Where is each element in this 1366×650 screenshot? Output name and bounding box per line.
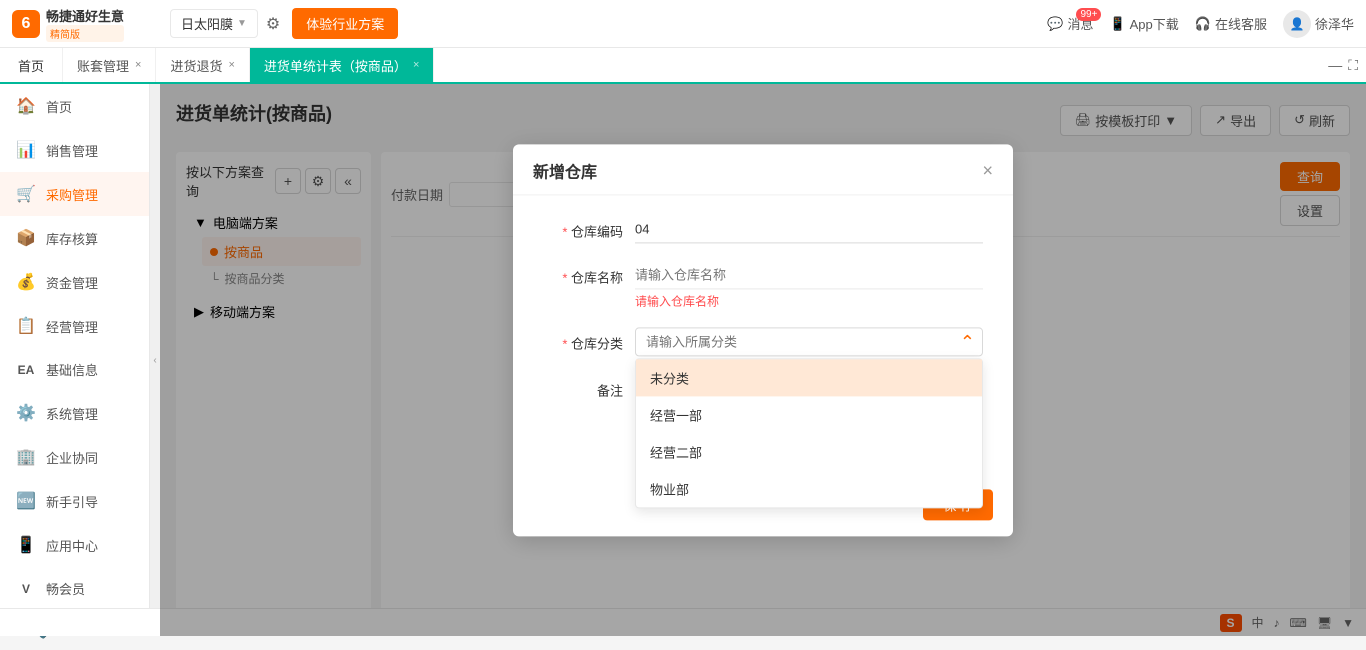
tab-purchase-return-close[interactable]: × bbox=[228, 59, 234, 71]
sidebar-item-sales[interactable]: 📊 销售管理 bbox=[0, 128, 149, 172]
sidebar-item-finance[interactable]: 💰 资金管理 bbox=[0, 260, 149, 304]
code-label: 仓库编码 bbox=[543, 215, 623, 240]
sidebar-item-purchase[interactable]: 🛒 采购管理 bbox=[0, 172, 149, 216]
modal-body: 仓库编码 仓库名称 请输入仓库名称 仓库分类 bbox=[513, 195, 1013, 477]
sidebar-item-newcomer[interactable]: 🆕 新手引导 bbox=[0, 479, 149, 523]
sidebar-item-operations[interactable]: 📋 经营管理 bbox=[0, 304, 149, 348]
sidebar-item-home[interactable]: 🏠 首页 bbox=[0, 84, 149, 128]
tab-spacer bbox=[434, 48, 1320, 82]
form-row-category: 仓库分类 ⌃ 未分类 经营一部 经营二部 物业部 bbox=[543, 327, 983, 356]
form-row-name: 仓库名称 请输入仓库名称 bbox=[543, 261, 983, 309]
remark-label: 备注 bbox=[543, 374, 623, 399]
tab-home[interactable]: 首页 bbox=[0, 48, 63, 82]
dropdown-item-dept1[interactable]: 经营一部 bbox=[636, 396, 982, 433]
sidebar-item-basic-info[interactable]: EA 基础信息 bbox=[0, 348, 149, 391]
category-field: ⌃ 未分类 经营一部 经营二部 物业部 bbox=[635, 327, 983, 356]
store-name: 日太阳膜 bbox=[181, 14, 233, 33]
logo-icon: 6 bbox=[12, 10, 40, 38]
sidebar: 🏠 首页 📊 销售管理 🛒 采购管理 📦 库存核算 💰 资金管理 📋 经营管理 … bbox=[0, 84, 150, 636]
modal-title: 新增仓库 bbox=[533, 158, 597, 182]
logo-area: 6 畅捷通好生意 精简版 bbox=[12, 6, 162, 42]
category-dropdown: 未分类 经营一部 经营二部 物业部 bbox=[635, 358, 983, 508]
form-row-code: 仓库编码 bbox=[543, 215, 983, 243]
user-profile[interactable]: 👤 徐泽华 bbox=[1283, 10, 1354, 38]
tab-purchase-return[interactable]: 进货退货 × bbox=[156, 48, 249, 82]
modal-header: 新增仓库 × bbox=[513, 144, 1013, 195]
store-selector[interactable]: 日太阳膜 ▼ bbox=[170, 9, 258, 38]
name-error-message: 请输入仓库名称 bbox=[635, 292, 983, 309]
header-right: 💬 消息 99+ 📱 App下载 🎧 在线客服 👤 徐泽华 bbox=[1047, 10, 1354, 38]
modal-close-button[interactable]: × bbox=[982, 160, 993, 181]
avatar: 👤 bbox=[1283, 10, 1311, 38]
tab-bar: 首页 账套管理 × 进货退货 × 进货单统计表（按商品） × — ⛶ bbox=[0, 48, 1366, 84]
home-icon: 🏠 bbox=[16, 96, 36, 116]
name-input[interactable] bbox=[635, 261, 983, 289]
app-download-btn[interactable]: 📱 App下载 bbox=[1109, 14, 1178, 33]
system-icon: ⚙️ bbox=[16, 403, 36, 423]
selector-arrow-icon: ▼ bbox=[237, 18, 247, 29]
username: 徐泽华 bbox=[1315, 14, 1354, 33]
messages-btn[interactable]: 💬 消息 99+ bbox=[1047, 14, 1093, 33]
tab-controls: — ⛶ bbox=[1320, 48, 1366, 82]
sidebar-toggle[interactable]: ‹ bbox=[150, 84, 160, 636]
add-warehouse-modal: 新增仓库 × 仓库编码 仓库名称 请输入仓库名称 bbox=[513, 144, 1013, 536]
sidebar-item-app-center[interactable]: 📱 应用中心 bbox=[0, 523, 149, 567]
mobile-icon: 📱 bbox=[1109, 16, 1125, 32]
category-arrow-icon[interactable]: ⌃ bbox=[960, 331, 975, 352]
code-input[interactable] bbox=[635, 215, 983, 243]
enterprise-icon: 🏢 bbox=[16, 447, 36, 467]
message-icon: 💬 bbox=[1047, 16, 1063, 32]
settings-icon[interactable]: ⚙ bbox=[266, 14, 280, 34]
messages-badge: 99+ bbox=[1076, 8, 1101, 21]
trial-button[interactable]: 体验行业方案 bbox=[292, 8, 398, 39]
dropdown-item-property[interactable]: 物业部 bbox=[636, 470, 982, 507]
tab-purchase-stats[interactable]: 进货单统计表（按商品） × bbox=[250, 48, 434, 82]
logo-badge: 精简版 bbox=[46, 25, 124, 42]
sidebar-item-vip[interactable]: V 畅会员 bbox=[0, 567, 149, 610]
newcomer-icon: 🆕 bbox=[16, 491, 36, 511]
category-label: 仓库分类 bbox=[543, 327, 623, 352]
name-field: 请输入仓库名称 bbox=[635, 261, 983, 309]
sidebar-item-enterprise[interactable]: 🏢 企业协同 bbox=[0, 435, 149, 479]
sidebar-item-inventory[interactable]: 📦 库存核算 bbox=[0, 216, 149, 260]
tab-accounts-close[interactable]: × bbox=[135, 59, 141, 71]
inventory-icon: 📦 bbox=[16, 228, 36, 248]
logo-text: 畅捷通好生意 精简版 bbox=[46, 6, 124, 42]
basic-info-icon: EA bbox=[16, 363, 36, 377]
code-field bbox=[635, 215, 983, 243]
content-area: 进货单统计(按商品) 🖨 按模板打印 ▼ ↗ 导出 ↺ 刷新 bbox=[160, 84, 1366, 636]
sales-icon: 📊 bbox=[16, 140, 36, 160]
headset-icon: 🎧 bbox=[1195, 16, 1211, 32]
app-center-icon: 📱 bbox=[16, 535, 36, 555]
tab-minimize-icon[interactable]: — bbox=[1328, 57, 1342, 73]
name-label: 仓库名称 bbox=[543, 261, 623, 286]
tab-purchase-stats-close[interactable]: × bbox=[413, 59, 419, 71]
category-input[interactable] bbox=[635, 327, 983, 356]
vip-icon: V bbox=[16, 582, 36, 596]
online-service-btn[interactable]: 🎧 在线客服 bbox=[1195, 14, 1267, 33]
top-header: 6 畅捷通好生意 精简版 日太阳膜 ▼ ⚙ 体验行业方案 💬 消息 99+ 📱 … bbox=[0, 0, 1366, 48]
main-layout: 🏠 首页 📊 销售管理 🛒 采购管理 📦 库存核算 💰 资金管理 📋 经营管理 … bbox=[0, 84, 1366, 636]
purchase-icon: 🛒 bbox=[16, 184, 36, 204]
tab-expand-icon[interactable]: ⛶ bbox=[1348, 57, 1358, 74]
dropdown-item-uncategorized[interactable]: 未分类 bbox=[636, 359, 982, 396]
category-select-wrapper: ⌃ bbox=[635, 327, 983, 356]
tab-accounts[interactable]: 账套管理 × bbox=[63, 48, 156, 82]
finance-icon: 💰 bbox=[16, 272, 36, 292]
dropdown-item-dept2[interactable]: 经营二部 bbox=[636, 433, 982, 470]
sidebar-item-system[interactable]: ⚙️ 系统管理 bbox=[0, 391, 149, 435]
operations-icon: 📋 bbox=[16, 316, 36, 336]
